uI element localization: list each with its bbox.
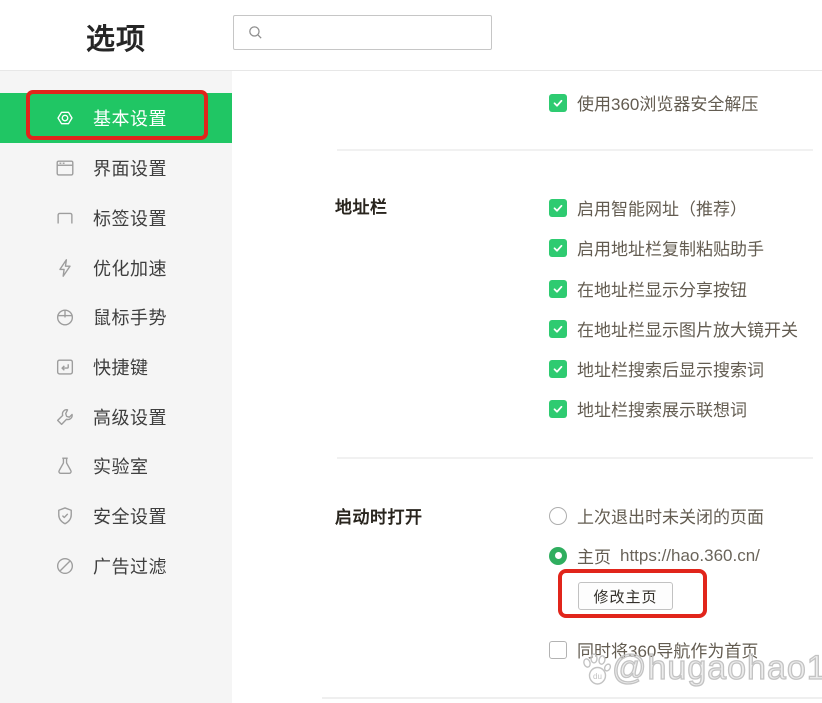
bottom-divider <box>322 697 822 699</box>
search-input[interactable] <box>272 25 472 41</box>
checkbox-checked[interactable] <box>549 199 567 217</box>
checkbox-checked[interactable] <box>549 400 567 418</box>
checkbox-label: 在地址栏显示分享按钮 <box>577 276 747 301</box>
sidebar-item-ad-filter[interactable]: 广告过滤 <box>0 541 232 591</box>
sidebar-item-label: 界面设置 <box>93 155 167 181</box>
checkbox-label: 使用360浏览器安全解压 <box>577 90 758 115</box>
sidebar-item-label: 鼠标手势 <box>93 304 167 330</box>
search-icon <box>247 24 264 41</box>
sidebar-item-label: 基本设置 <box>93 105 167 131</box>
checkbox-unchecked[interactable] <box>549 641 567 659</box>
checkbox-checked[interactable] <box>549 239 567 257</box>
sidebar-item-shortcut-keys[interactable]: 快捷键 <box>0 342 232 392</box>
header: 选项 <box>0 0 822 71</box>
checkbox-label: 地址栏搜索展示联想词 <box>577 396 747 421</box>
checkbox-checked[interactable] <box>549 280 567 298</box>
sidebar-item-label: 安全设置 <box>93 503 167 529</box>
checkbox-row: 同时将360导航作为首页 <box>549 637 758 662</box>
checkbox-label: 同时将360导航作为首页 <box>577 637 758 662</box>
sidebar-item-label: 标签设置 <box>93 205 167 231</box>
sidebar-item-label: 高级设置 <box>93 404 167 430</box>
checkbox-checked[interactable] <box>549 320 567 338</box>
sidebar-item-label: 优化加速 <box>93 255 167 281</box>
checkbox-row: 在地址栏显示分享按钮 <box>549 276 747 301</box>
checkbox-row: 启用地址栏复制粘贴助手 <box>549 235 764 260</box>
checkbox-row: 在地址栏显示图片放大镜开关 <box>549 316 798 341</box>
checkbox-label: 启用智能网址（推荐） <box>577 195 747 220</box>
sidebar-item-laboratory[interactable]: 实验室 <box>0 441 232 491</box>
sidebar-item-basic-settings[interactable]: 基本设置 <box>0 93 232 143</box>
lightning-icon <box>54 257 76 279</box>
window-icon <box>54 157 76 179</box>
homepage-url: https://hao.360.cn/ <box>620 546 760 566</box>
settings-content: 使用360浏览器安全解压 地址栏 启用智能网址（推荐） 启用地址栏复制粘贴助手 … <box>232 71 822 703</box>
page-title: 选项 <box>86 16 146 58</box>
sidebar-item-interface-settings[interactable]: 界面设置 <box>0 143 232 193</box>
radio-unselected[interactable] <box>549 507 567 525</box>
checkbox-label: 启用地址栏复制粘贴助手 <box>577 235 764 260</box>
search-box[interactable] <box>233 15 492 50</box>
radio-label: 上次退出时未关闭的页面 <box>577 503 764 528</box>
section-title-startup: 启动时打开 <box>335 503 423 528</box>
modify-homepage-button[interactable]: 修改主页 <box>578 582 673 610</box>
checkbox-checked[interactable] <box>549 94 567 112</box>
flask-icon <box>54 455 76 477</box>
checkbox-row: 地址栏搜索展示联想词 <box>549 396 747 421</box>
options-page: 选项 基本设置 界面设置 <box>0 0 822 703</box>
sidebar-item-advanced-settings[interactable]: 高级设置 <box>0 392 232 442</box>
sidebar-item-label: 广告过滤 <box>93 553 167 579</box>
shield-check-icon <box>54 505 76 527</box>
section-title-address-bar: 地址栏 <box>335 193 388 218</box>
checkbox-row: 启用智能网址（推荐） <box>549 195 747 220</box>
sidebar-item-mouse-gestures[interactable]: 鼠标手势 <box>0 292 232 342</box>
wrench-icon <box>54 406 76 428</box>
checkbox-label: 在地址栏显示图片放大镜开关 <box>577 316 798 341</box>
shortcut-key-icon <box>54 356 76 378</box>
nut-gear-icon <box>54 107 76 129</box>
mouse-icon <box>54 306 76 328</box>
sidebar-item-optimize-speed[interactable]: 优化加速 <box>0 243 232 293</box>
block-icon <box>54 555 76 577</box>
checkbox-checked[interactable] <box>549 360 567 378</box>
radio-selected[interactable] <box>549 547 567 565</box>
radio-row: 主页 https://hao.360.cn/ <box>549 543 760 568</box>
tab-icon <box>54 207 76 229</box>
sidebar-item-security-settings[interactable]: 安全设置 <box>0 491 232 541</box>
sidebar-item-label: 快捷键 <box>93 354 149 380</box>
sidebar-item-label: 实验室 <box>93 453 149 479</box>
svg-text:du: du <box>593 672 602 681</box>
radio-row: 上次退出时未关闭的页面 <box>549 503 764 528</box>
section-divider <box>337 457 813 459</box>
radio-label: 主页 <box>577 543 611 568</box>
sidebar-item-tab-settings[interactable]: 标签设置 <box>0 193 232 243</box>
checkbox-row: 地址栏搜索后显示搜索词 <box>549 356 764 381</box>
checkbox-row: 使用360浏览器安全解压 <box>549 90 758 115</box>
section-divider <box>337 149 813 151</box>
sidebar: 基本设置 界面设置 标签设置 <box>0 71 232 703</box>
checkbox-label: 地址栏搜索后显示搜索词 <box>577 356 764 381</box>
